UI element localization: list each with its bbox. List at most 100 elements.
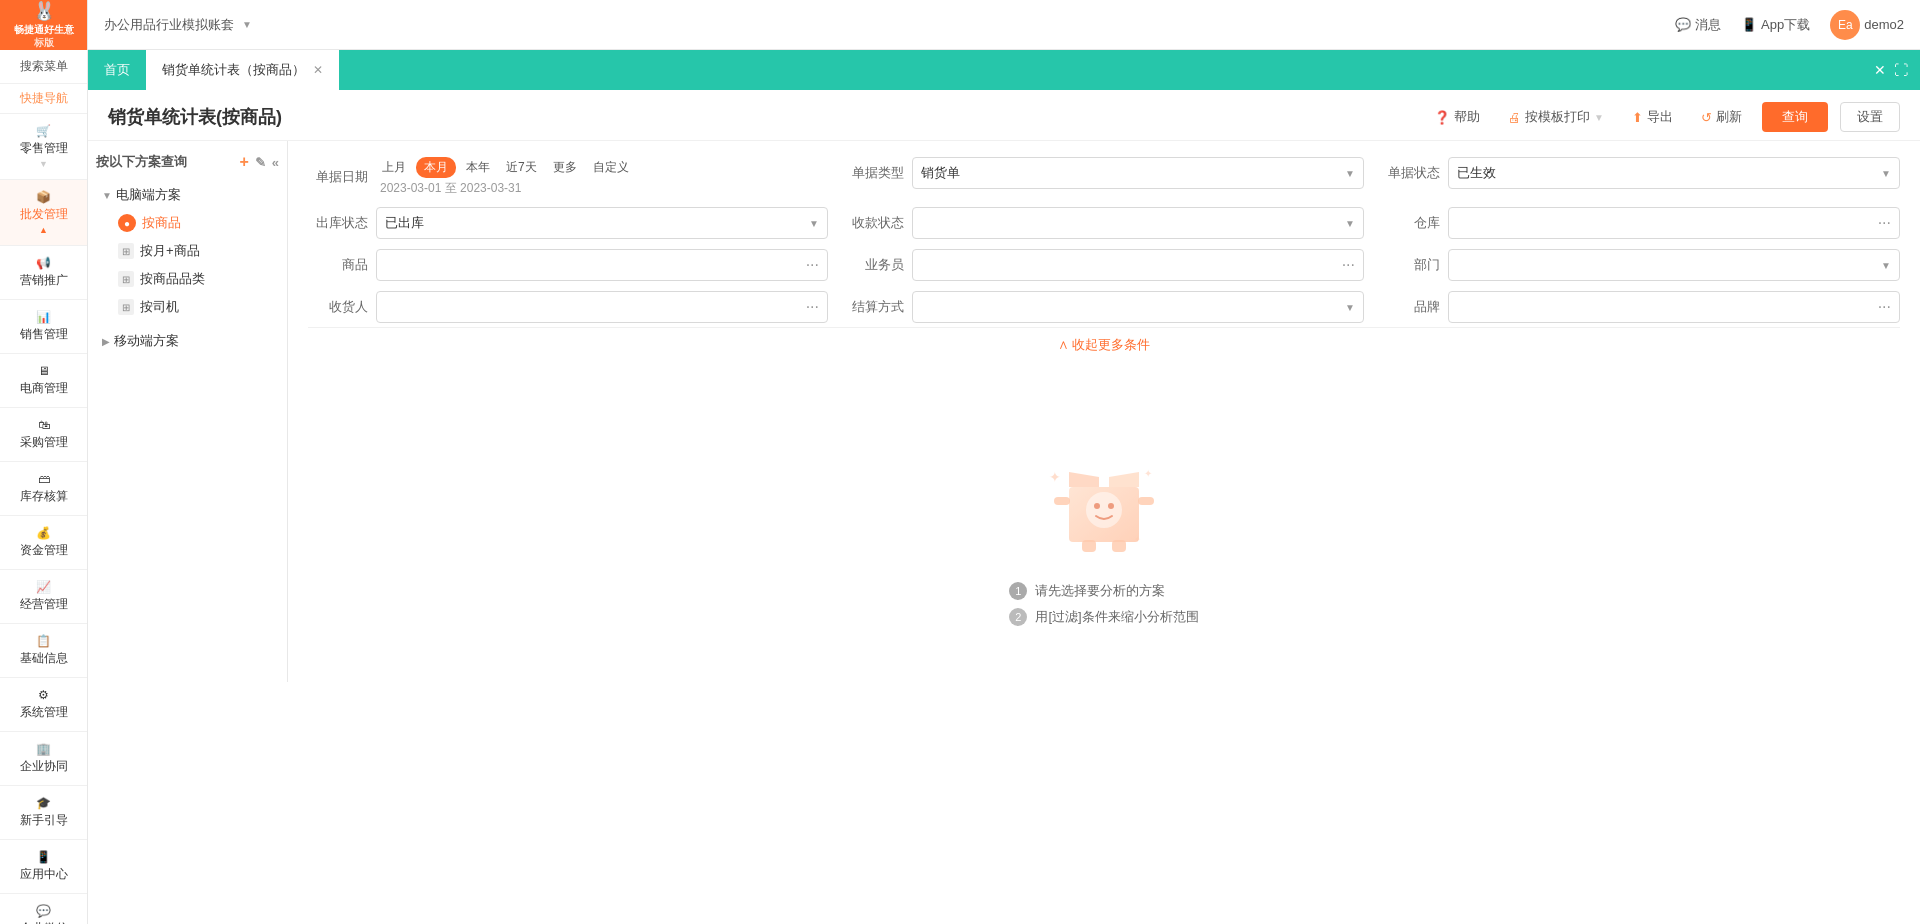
window-controls: ✕ ⛶ xyxy=(1862,62,1920,78)
tree-item-driver[interactable]: ⊞ 按司机 xyxy=(112,293,279,321)
username: demo2 xyxy=(1864,17,1904,32)
goods-input[interactable]: ··· xyxy=(376,249,828,281)
date-btn-this-year[interactable]: 本年 xyxy=(460,157,496,178)
settings-button-top[interactable]: 设置 xyxy=(1840,102,1900,132)
sidebar-item-operations[interactable]: 📈 经营管理 xyxy=(0,570,87,624)
date-btn-last-month[interactable]: 上月 xyxy=(376,157,412,178)
app-version: 标版 xyxy=(34,36,54,50)
sidebar-item-wholesale[interactable]: 📦 批发管理 ▲ xyxy=(0,180,87,246)
doc-type-select[interactable]: 销货单 ▼ xyxy=(912,157,1364,189)
app-download-btn[interactable]: 📱 App下载 xyxy=(1741,16,1810,34)
message-btn[interactable]: 💬 消息 xyxy=(1675,16,1721,34)
brand-dots[interactable]: ··· xyxy=(1878,298,1891,316)
doc-type-value: 销货单 xyxy=(921,164,960,182)
sidebar-item-sales[interactable]: 📊 销售管理 xyxy=(0,300,87,354)
chevron-icon-wholesale: ▲ xyxy=(39,225,48,235)
export-label: 导出 xyxy=(1647,108,1673,126)
filter-dept: 部门 ▼ xyxy=(1380,249,1900,281)
salesperson-input[interactable]: ··· xyxy=(912,249,1364,281)
page-inner: 销货单统计表(按商品) ❓ 帮助 🖨 按模板打印 ▼ ⬆ 导出 xyxy=(88,90,1920,924)
tab-home-label: 首页 xyxy=(104,61,130,79)
receiver-dots[interactable]: ··· xyxy=(806,298,819,316)
tab-home[interactable]: 首页 xyxy=(88,50,146,90)
date-btn-this-month[interactable]: 本月 xyxy=(416,157,456,178)
logo-icon: 🐰 xyxy=(33,0,55,22)
sidebar-item-system[interactable]: ⚙ 系统管理 xyxy=(0,678,87,732)
sidebar-item-marketing[interactable]: 📢 营销推广 xyxy=(0,246,87,300)
export-btn[interactable]: ⬆ 导出 xyxy=(1624,104,1681,130)
tree-desktop[interactable]: ▼ 电脑端方案 xyxy=(96,181,279,209)
collapse-bar[interactable]: ∧ 收起更多条件 xyxy=(308,327,1900,362)
export-icon: ⬆ xyxy=(1632,110,1643,125)
page-title: 销货单统计表(按商品) xyxy=(108,105,282,129)
doc-status-value: 已生效 xyxy=(1457,164,1496,182)
sidebar-item-retail[interactable]: 🛒 零售管理 ▼ xyxy=(0,114,87,180)
date-btn-7days[interactable]: 近7天 xyxy=(500,157,543,178)
doc-status-select[interactable]: 已生效 ▼ xyxy=(1448,157,1900,189)
salesperson-dots[interactable]: ··· xyxy=(1342,256,1355,274)
page-content: 销货单统计表(按商品) ❓ 帮助 🖨 按模板打印 ▼ ⬆ 导出 xyxy=(88,90,1920,924)
brand-input[interactable]: ··· xyxy=(1448,291,1900,323)
filter-date: 单据日期 上月 本月 本年 近7天 更多 自定义 20 xyxy=(308,157,828,197)
sidebar-item-inventory[interactable]: 🗃 库存核算 xyxy=(0,462,87,516)
warehouse-input[interactable]: ··· xyxy=(1448,207,1900,239)
filter-salesperson: 业务员 ··· xyxy=(844,249,1364,281)
tree-item-month-goods[interactable]: ⊞ 按月+商品 xyxy=(112,237,279,265)
sidebar-label-marketing: 营销推广 xyxy=(20,272,68,289)
goods-dots[interactable]: ··· xyxy=(806,256,819,274)
sidebar-item-wechat[interactable]: 💬 企业微信 xyxy=(0,894,87,924)
out-status-select[interactable]: 已出库 ▼ xyxy=(376,207,828,239)
collapse-panel-btn[interactable]: « xyxy=(272,155,279,170)
minimize-icon[interactable]: ✕ xyxy=(1874,62,1886,78)
dept-select[interactable]: ▼ xyxy=(1448,249,1900,281)
collapse-label: ∧ 收起更多条件 xyxy=(1058,337,1151,352)
settlement-select[interactable]: ▼ xyxy=(912,291,1364,323)
edit-scheme-btn[interactable]: ✎ xyxy=(255,155,266,170)
sidebar-label-ecommerce: 电商管理 xyxy=(20,380,68,397)
date-btn-more[interactable]: 更多 xyxy=(547,157,583,178)
left-panel-actions: + ✎ « xyxy=(239,153,279,171)
sidebar-search[interactable]: 搜索菜单 xyxy=(0,50,87,84)
sidebar-quick-nav[interactable]: 快捷导航 xyxy=(0,84,87,114)
warehouse-dots[interactable]: ··· xyxy=(1878,214,1891,232)
date-btn-custom[interactable]: 自定义 xyxy=(587,157,635,178)
collection-select[interactable]: ▼ xyxy=(912,207,1364,239)
goods-label: 商品 xyxy=(308,256,368,274)
user-menu[interactable]: Ea demo2 xyxy=(1830,10,1904,40)
sidebar-item-appcenter[interactable]: 📱 应用中心 xyxy=(0,840,87,894)
sidebar-item-finance[interactable]: 💰 资金管理 xyxy=(0,516,87,570)
message-label: 消息 xyxy=(1695,16,1721,34)
refresh-btn[interactable]: ↺ 刷新 xyxy=(1693,104,1750,130)
doc-type-label: 单据类型 xyxy=(844,164,904,182)
tree-item-by-goods[interactable]: ● 按商品 xyxy=(112,209,279,237)
app-name: 畅捷通好生意 xyxy=(14,24,74,36)
maximize-icon[interactable]: ⛶ xyxy=(1894,62,1908,78)
print-btn[interactable]: 🖨 按模板打印 ▼ xyxy=(1500,104,1612,130)
tab-report-close[interactable]: ✕ xyxy=(313,63,323,77)
filter-goods: 商品 ··· xyxy=(308,249,828,281)
sidebar-item-newbie[interactable]: 🎓 新手引导 xyxy=(0,786,87,840)
tree-item-category[interactable]: ⊞ 按商品品类 xyxy=(112,265,279,293)
tree-desktop-label: 电脑端方案 xyxy=(116,186,181,204)
query-button-top[interactable]: 查询 xyxy=(1762,102,1828,132)
help-btn[interactable]: ❓ 帮助 xyxy=(1426,104,1488,130)
industry-dropdown-icon[interactable]: ▼ xyxy=(242,19,252,30)
doc-type-arrow: ▼ xyxy=(1345,168,1355,179)
app-logo[interactable]: 🐰 畅捷通好生意 标版 xyxy=(0,0,87,50)
warehouse-control: ··· xyxy=(1448,207,1900,239)
sidebar-label-newbie: 新手引导 xyxy=(20,812,68,829)
sidebar-item-basic[interactable]: 📋 基础信息 xyxy=(0,624,87,678)
sidebar-item-enterprise[interactable]: 🏢 企业协同 xyxy=(0,732,87,786)
sidebar-item-purchase[interactable]: 🛍 采购管理 xyxy=(0,408,87,462)
filter-out-status: 出库状态 已出库 ▼ xyxy=(308,207,828,239)
out-status-label: 出库状态 xyxy=(308,214,368,232)
sidebar-label-appcenter: 应用中心 xyxy=(20,866,68,883)
receiver-input[interactable]: ··· xyxy=(376,291,828,323)
empty-illustration: ✦ ✦ ✦ xyxy=(1044,442,1164,562)
tree-mobile[interactable]: ▶ 移动端方案 xyxy=(96,327,279,355)
add-scheme-btn[interactable]: + xyxy=(239,153,248,171)
message-icon: 💬 xyxy=(1675,17,1691,32)
tab-report[interactable]: 销货单统计表（按商品） ✕ xyxy=(146,50,339,90)
sidebar-item-ecommerce[interactable]: 🖥 电商管理 xyxy=(0,354,87,408)
tree-arrow-desktop: ▼ xyxy=(102,190,112,201)
